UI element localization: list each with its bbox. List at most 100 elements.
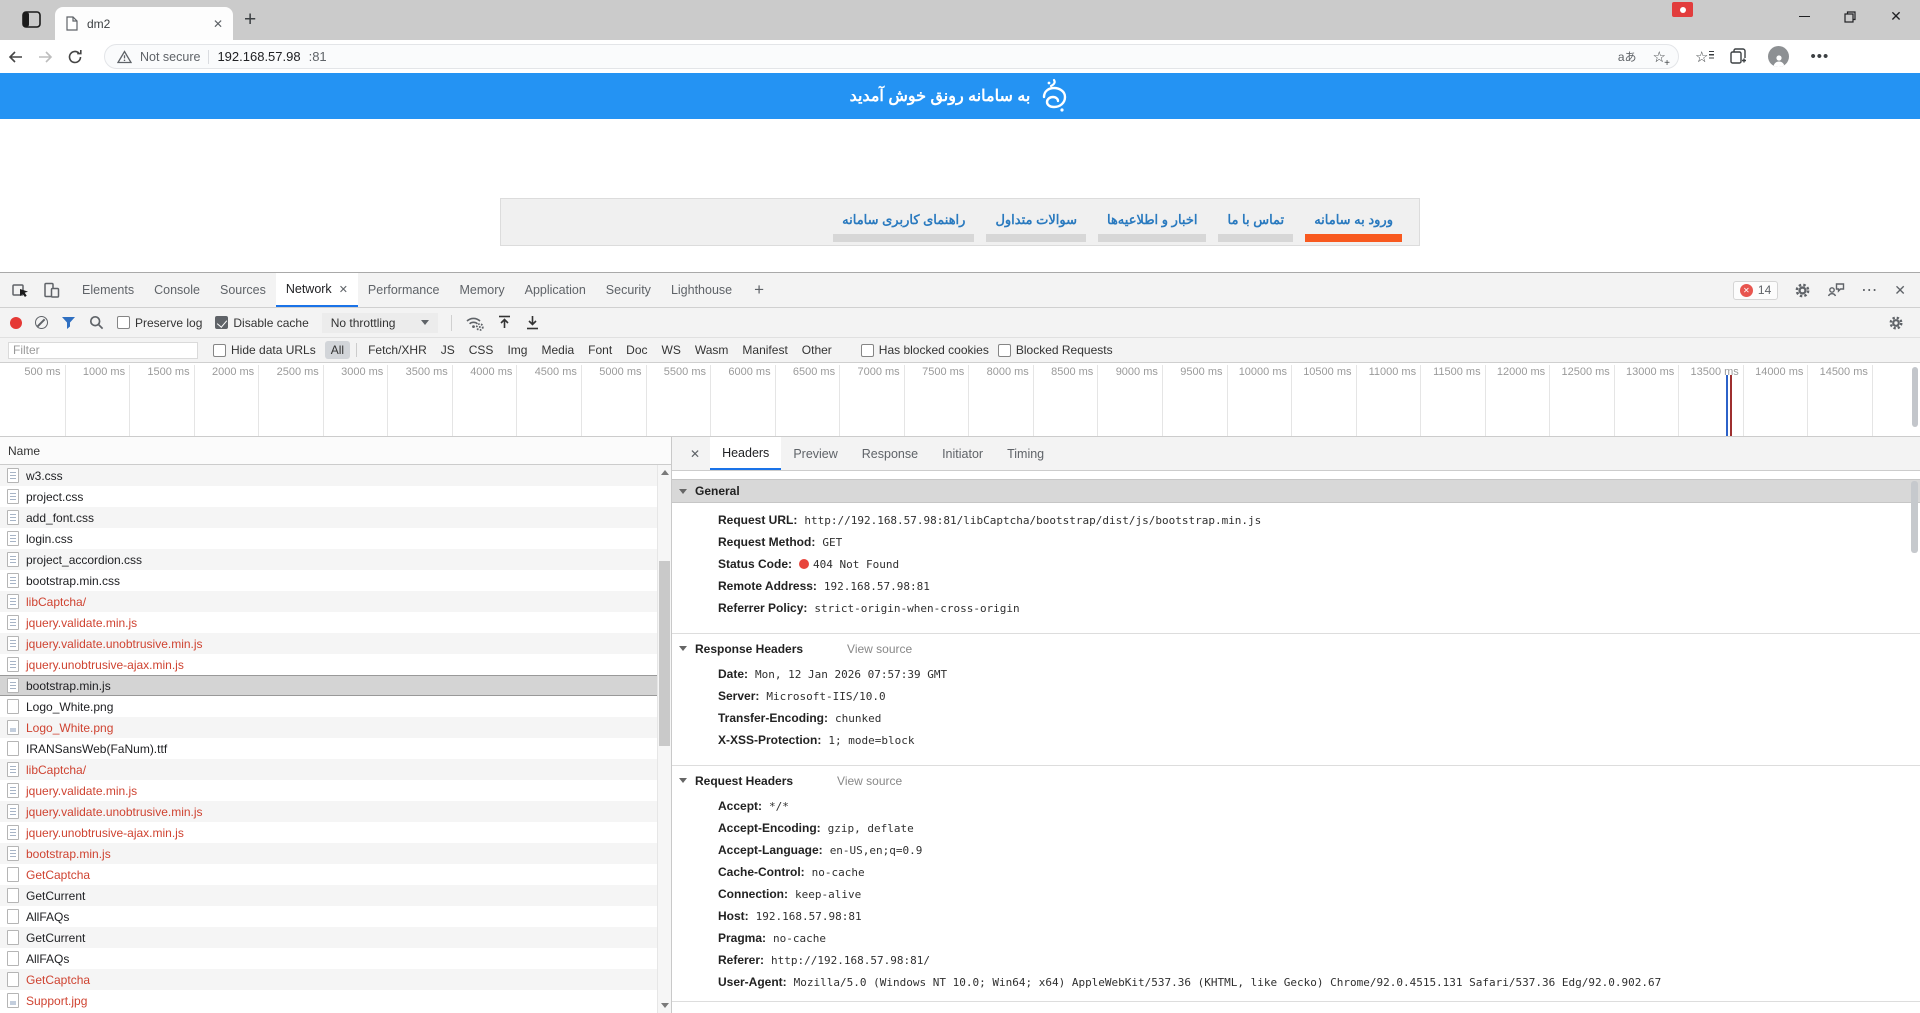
request-row[interactable]: AllFAQs	[0, 906, 657, 927]
details-tab[interactable]: Response	[850, 437, 930, 470]
disable-cache-checkbox[interactable]: Disable cache	[215, 316, 309, 330]
name-column-header[interactable]: Name	[0, 437, 671, 465]
devtools-more-menu-icon[interactable]: ⋯	[1861, 280, 1878, 300]
forward-button[interactable]	[30, 49, 60, 65]
request-type-filter[interactable]: Doc	[620, 341, 653, 359]
devtools-close-icon[interactable]: ✕	[1894, 282, 1906, 299]
request-type-filter[interactable]: Other	[796, 341, 838, 359]
request-row[interactable]: Logo_White.png	[0, 717, 657, 738]
request-headers-section-header[interactable]: Request Headers View source	[672, 765, 1920, 789]
request-type-filter[interactable]: Media	[535, 341, 580, 359]
overview-scrollbar-thumb[interactable]	[1912, 367, 1918, 427]
search-icon[interactable]	[89, 315, 104, 330]
view-source-link[interactable]: View source	[837, 774, 902, 788]
browser-settings-menu-icon[interactable]: •••	[1810, 48, 1829, 65]
details-close-icon[interactable]: ✕	[680, 437, 710, 470]
site-nav-tab[interactable]: راهنمای کاربری سامانه	[832, 198, 975, 246]
devtools-tab[interactable]: Network ✕	[275, 273, 358, 307]
request-row[interactable]: jquery.validate.unobtrusive.min.js	[0, 801, 657, 822]
checkbox-unchecked[interactable]	[117, 316, 130, 329]
feedback-icon[interactable]	[1827, 282, 1845, 298]
has-blocked-cookies-checkbox[interactable]: Has blocked cookies	[860, 343, 989, 357]
request-row[interactable]: GetCurrent	[0, 885, 657, 906]
new-tab-button[interactable]: +	[244, 9, 256, 30]
request-row[interactable]: GetCaptcha	[0, 864, 657, 885]
error-badge[interactable]: ✕ 14	[1732, 280, 1779, 300]
scroll-down-icon[interactable]	[661, 1003, 669, 1008]
url-host[interactable]: 192.168.57.98	[217, 49, 300, 64]
device-toolbar-icon[interactable]	[43, 282, 60, 298]
favorites-hub-icon[interactable]: ☆	[1695, 48, 1716, 66]
network-settings-gear-icon[interactable]	[1888, 315, 1910, 331]
request-row[interactable]: IRANSansWeb(FaNum).ttf	[0, 738, 657, 759]
request-row[interactable]: Support.jpg	[0, 990, 657, 1011]
scroll-up-icon[interactable]	[661, 470, 669, 475]
export-har-icon[interactable]	[525, 315, 540, 330]
blocked-requests-checkbox[interactable]: Blocked Requests	[997, 343, 1113, 357]
devtools-tab[interactable]: Sources ✕	[210, 273, 276, 307]
request-row[interactable]: libCaptcha/	[0, 759, 657, 780]
devtools-tab[interactable]: Application ✕	[515, 273, 596, 307]
request-row[interactable]: project.css	[0, 486, 657, 507]
scrollbar-thumb[interactable]	[659, 561, 670, 746]
collections-icon[interactable]	[1729, 48, 1747, 65]
devtools-tab[interactable]: Memory ✕	[449, 273, 514, 307]
refresh-button[interactable]	[60, 49, 90, 65]
throttling-select[interactable]: No throttling	[321, 312, 439, 333]
add-favorite-icon[interactable]: ☆	[1653, 48, 1671, 69]
tab-close-icon[interactable]: ✕	[213, 17, 223, 31]
details-tab[interactable]: Timing	[995, 437, 1056, 470]
request-row[interactable]: libCaptcha/	[0, 591, 657, 612]
site-nav-tab[interactable]: تماس با ما	[1217, 198, 1294, 246]
request-row[interactable]: jquery.unobtrusive-ajax.min.js	[0, 654, 657, 675]
window-minimize-button[interactable]	[1781, 0, 1827, 33]
request-row[interactable]: w3.css	[0, 465, 657, 486]
request-row[interactable]: jquery.validate.min.js	[0, 612, 657, 633]
url-omnibox[interactable]: Not secure 192.168.57.98 :81 aあ ☆	[104, 44, 1679, 69]
request-row[interactable]: bootstrap.min.js	[0, 675, 657, 696]
window-close-button[interactable]: ✕	[1873, 0, 1919, 33]
devtools-tab[interactable]: Security ✕	[596, 273, 661, 307]
request-type-filter[interactable]: JS	[435, 341, 461, 359]
record-button[interactable]	[10, 316, 22, 329]
request-row[interactable]: AllFAQs	[0, 948, 657, 969]
import-har-icon[interactable]	[497, 315, 512, 330]
tab-actions-menu-icon[interactable]	[22, 11, 42, 29]
tab-close-icon[interactable]: ✕	[339, 283, 348, 296]
not-secure-warning-icon[interactable]	[117, 49, 132, 64]
response-headers-section-header[interactable]: Response Headers View source	[672, 633, 1920, 657]
window-restore-button[interactable]	[1827, 0, 1873, 33]
general-section-header[interactable]: General	[672, 479, 1920, 503]
devtools-tab[interactable]: Elements ✕	[72, 273, 144, 307]
request-row[interactable]: jquery.unobtrusive-ajax.min.js	[0, 822, 657, 843]
back-button[interactable]	[0, 49, 30, 65]
hide-data-urls-checkbox[interactable]: Hide data URLs	[213, 343, 316, 357]
details-scrollbar-thumb[interactable]	[1911, 481, 1918, 553]
site-nav-tab[interactable]: سوالات متداول	[985, 198, 1087, 246]
request-row[interactable]: Logo_White.png	[0, 696, 657, 717]
view-source-link[interactable]: View source	[847, 642, 912, 656]
request-row[interactable]: bootstrap.min.js	[0, 843, 657, 864]
request-type-filter[interactable]: Manifest	[736, 341, 793, 359]
devtools-tab[interactable]: Console ✕	[144, 273, 210, 307]
devtools-tab[interactable]: Lighthouse ✕	[661, 273, 742, 307]
request-row[interactable]: project_accordion.css	[0, 549, 657, 570]
security-label[interactable]: Not secure	[140, 50, 200, 64]
request-type-filter[interactable]: Wasm	[689, 341, 735, 359]
url-port[interactable]: :81	[309, 49, 327, 64]
request-row[interactable]: jquery.validate.min.js	[0, 780, 657, 801]
request-type-filter[interactable]: Fetch/XHR	[362, 341, 433, 359]
site-nav-tab[interactable]: اخبار و اطلاعیه‌ها	[1097, 198, 1208, 246]
browser-tab[interactable]: dm2 ✕	[55, 7, 233, 40]
details-tab[interactable]: Preview	[781, 437, 849, 470]
request-row[interactable]: add_font.css	[0, 507, 657, 528]
request-type-filter[interactable]: Img	[501, 341, 533, 359]
filter-funnel-icon[interactable]	[61, 316, 76, 329]
translate-icon[interactable]: aあ	[1618, 48, 1637, 65]
request-row[interactable]: jquery.validate.unobtrusive.min.js	[0, 633, 657, 654]
request-list-scrollbar[interactable]	[657, 465, 671, 1013]
inspect-element-icon[interactable]	[12, 282, 29, 298]
request-row[interactable]: GetCaptcha	[0, 969, 657, 990]
request-row[interactable]: GetCurrent	[0, 927, 657, 948]
details-tab[interactable]: Initiator	[930, 437, 995, 470]
